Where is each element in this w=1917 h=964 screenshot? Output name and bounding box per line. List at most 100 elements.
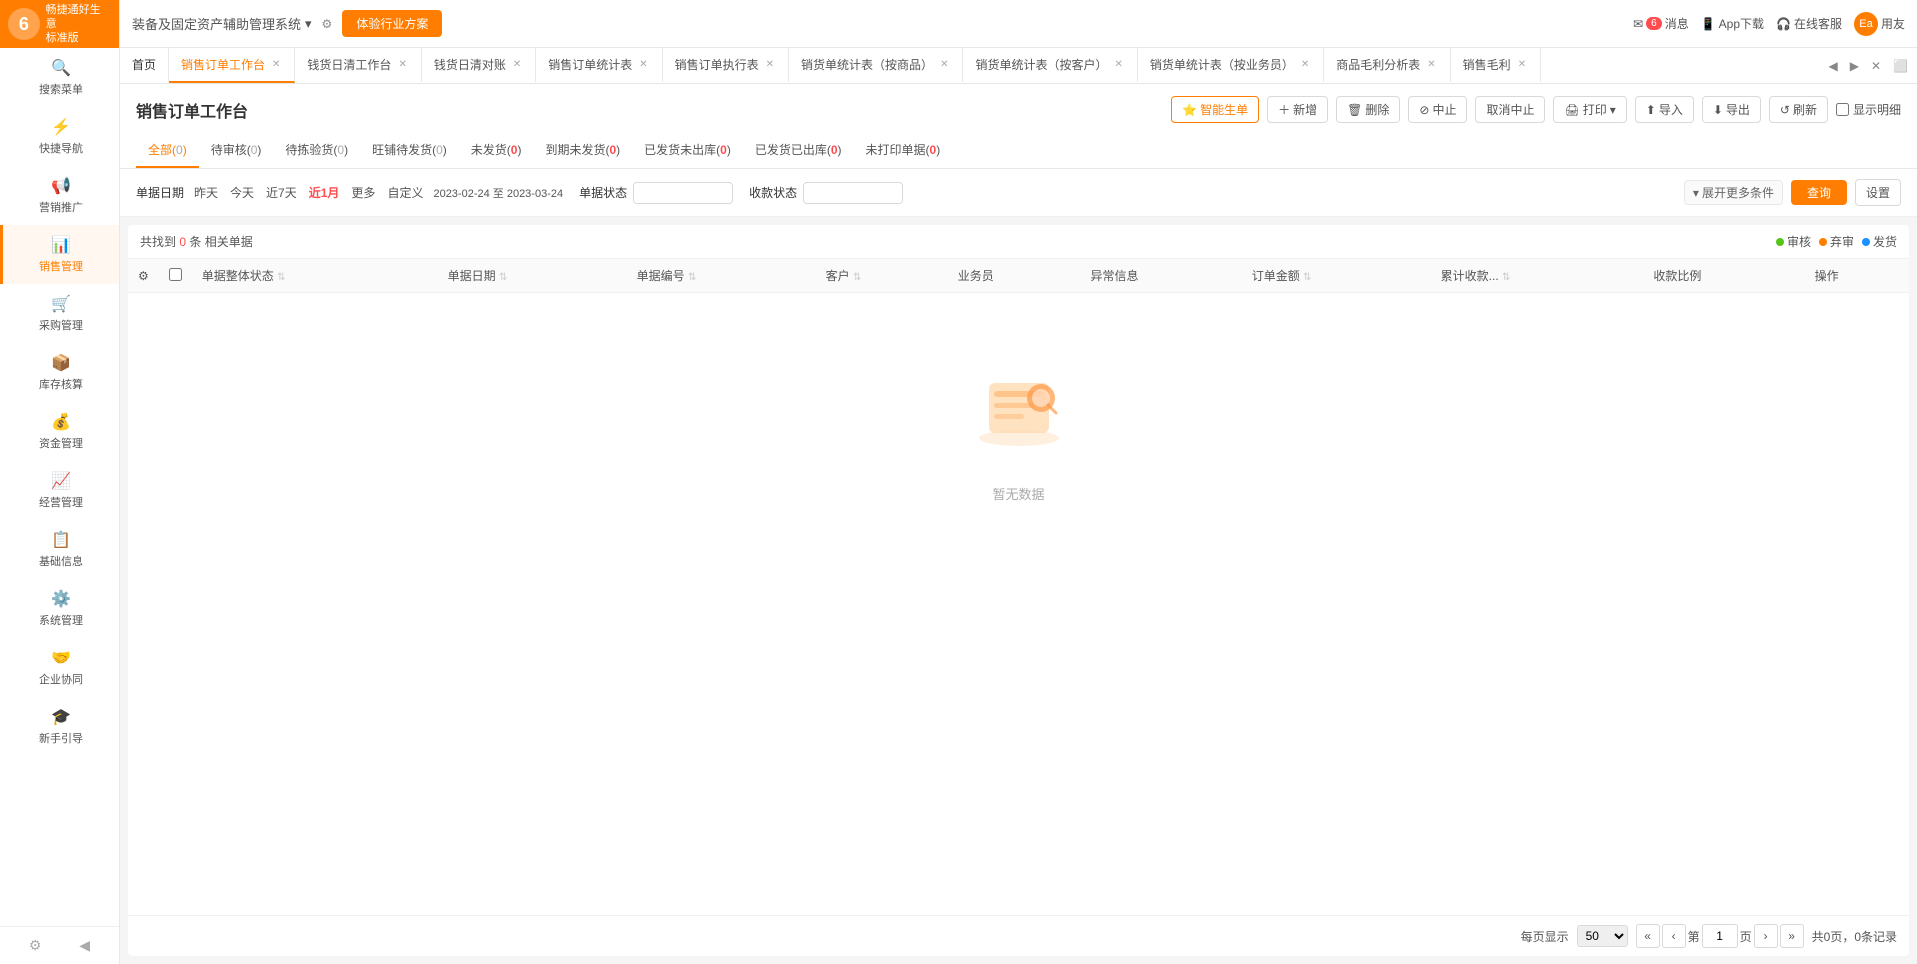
tab-cash-daily[interactable]: 钱货日清工作台✕ — [295, 48, 421, 83]
star-icon: ⭐ — [1182, 103, 1197, 117]
sub-tab-2[interactable]: 待拣验货(0) — [273, 133, 360, 168]
tab-home[interactable]: 首页 — [120, 48, 169, 83]
tab-close-sales-profit[interactable]: ✕ — [1516, 58, 1528, 71]
sub-tab-1[interactable]: 待审核(0) — [199, 133, 274, 168]
marketing-icon: 📢 — [51, 176, 71, 196]
tab-close-sales-exec[interactable]: ✕ — [764, 58, 776, 71]
sub-tab-5[interactable]: 到期未发货(0) — [533, 133, 632, 168]
tab-close-all-btn[interactable]: ✕ — [1866, 55, 1886, 77]
tab-close-cash-reconcile[interactable]: ✕ — [511, 58, 523, 71]
add-button[interactable]: ＋ 新增 — [1267, 96, 1328, 123]
date-shortcut-昨天[interactable]: 昨天 — [190, 183, 222, 202]
sidebar-item-inventory[interactable]: 📦库存核算 — [0, 343, 119, 402]
sidebar-item-guide[interactable]: 🎓新手引导 — [0, 697, 119, 756]
tab-sales-staff[interactable]: 销货单统计表（按业务员）✕ — [1138, 48, 1324, 83]
search-icon: 🔍 — [51, 58, 71, 78]
inventory-icon: 📦 — [51, 353, 71, 373]
page-first-btn[interactable]: « — [1636, 924, 1660, 948]
date-shortcut-近1月[interactable]: 近1月 — [305, 183, 344, 202]
tab-sales-exec[interactable]: 销售订单执行表✕ — [663, 48, 789, 83]
date-shortcut-更多[interactable]: 更多 — [347, 183, 379, 202]
review-action[interactable]: 审核 — [1776, 233, 1811, 250]
date-shortcut-自定义[interactable]: 自定义 — [383, 183, 427, 202]
sidebar-item-search[interactable]: 🔍搜索菜单 — [0, 48, 119, 107]
export-button[interactable]: ⬇ 导出 — [1702, 96, 1761, 123]
settings-icon[interactable]: ⚙ — [29, 937, 42, 954]
setting-button[interactable]: 设置 — [1855, 179, 1901, 206]
tab-sales-order[interactable]: 销售订单工作台✕ — [169, 48, 295, 83]
sidebar-item-basic[interactable]: 📋基础信息 — [0, 520, 119, 579]
query-button[interactable]: 查询 — [1791, 180, 1847, 205]
sidebar-item-sales[interactable]: 📊销售管理 — [0, 225, 119, 284]
collapse-icon[interactable]: ◀ — [79, 937, 90, 954]
sidebar-item-shortcut[interactable]: ⚡快捷导航 — [0, 107, 119, 166]
tab-close-cash-daily[interactable]: ✕ — [396, 58, 408, 71]
table-area: 共找到 0 条 相关单据 审核 弃审 发货 — [128, 225, 1909, 956]
tab-close-sales-stat[interactable]: ✕ — [637, 58, 649, 71]
tab-next-btn[interactable]: ▶ — [1845, 55, 1864, 77]
print-button[interactable]: 🖨 打印 ▾ — [1553, 96, 1626, 123]
basic-icon: 📋 — [51, 530, 71, 550]
sidebar-item-cooperation[interactable]: 🤝企业协同 — [0, 638, 119, 697]
tab-sales-customer[interactable]: 销货单统计表（按客户）✕ — [963, 48, 1137, 83]
topbar-actions: ✉ 6 消息 📱 App下载 🎧 在线客服 Ea 用友 — [1633, 12, 1905, 36]
system-title-dropdown[interactable]: 装备及固定资产辅助管理系统 ▾ — [132, 14, 312, 33]
tab-maximize-btn[interactable]: ⬜ — [1888, 55, 1913, 77]
sub-tabs: 全部(0)待审核(0)待拣验货(0)旺铺待发货(0)未发货(0)到期未发货(0)… — [136, 133, 1901, 168]
tab-sales-profit[interactable]: 销售毛利✕ — [1451, 48, 1541, 83]
delete-button[interactable]: 🗑 删除 — [1336, 96, 1400, 123]
ship-action[interactable]: 发货 — [1862, 233, 1897, 250]
date-shortcut-今天[interactable]: 今天 — [226, 183, 258, 202]
sub-tab-4[interactable]: 未发货(0) — [459, 133, 534, 168]
tab-close-sales-product[interactable]: ✕ — [938, 58, 950, 71]
tab-close-sales-order[interactable]: ✕ — [270, 58, 282, 71]
solution-button[interactable]: 体验行业方案 — [342, 10, 442, 37]
smart-create-button[interactable]: ⭐ 智能生单 — [1171, 96, 1259, 123]
expand-conditions-button[interactable]: ▾ 展开更多条件 — [1684, 180, 1783, 205]
tab-sales-stat[interactable]: 销售订单统计表✕ — [536, 48, 662, 83]
detail-checkbox[interactable] — [1836, 103, 1849, 116]
table-wrapper: ⚙ 单据整体状态 ⇅ 单据日期 ⇅ 单据编号 ⇅ 客户 ⇅ 业务员 异常信息 订… — [128, 259, 1909, 915]
page-title: 销售订单工作台 — [136, 98, 248, 122]
status-select[interactable] — [633, 182, 733, 204]
cancel-stop-button[interactable]: 取消中止 — [1475, 96, 1545, 123]
app-download-action[interactable]: 📱 App下载 — [1701, 15, 1764, 32]
page-last-btn[interactable]: » — [1780, 924, 1804, 948]
page-prev-btn[interactable]: ‹ — [1662, 924, 1686, 948]
stop-button[interactable]: ⊘ 中止 — [1408, 96, 1467, 123]
message-action[interactable]: ✉ 6 消息 — [1633, 15, 1689, 32]
page-number-input[interactable] — [1702, 924, 1738, 948]
date-shortcut-近7天[interactable]: 近7天 — [262, 183, 301, 202]
tab-gross-profit[interactable]: 商品毛利分析表✕ — [1324, 48, 1450, 83]
sidebar-item-system[interactable]: ⚙️系统管理 — [0, 579, 119, 638]
sidebar-item-marketing[interactable]: 📢营销推广 — [0, 166, 119, 225]
tab-close-gross-profit[interactable]: ✕ — [1425, 58, 1437, 71]
tab-cash-reconcile[interactable]: 钱货日清对账✕ — [422, 48, 536, 83]
user-action[interactable]: Ea 用友 — [1854, 12, 1905, 36]
detail-checkbox-label[interactable]: 显示明细 — [1836, 101, 1901, 118]
online-service-action[interactable]: 🎧 在线客服 — [1776, 15, 1842, 32]
sidebar-item-operation[interactable]: 📈经营管理 — [0, 461, 119, 520]
import-button[interactable]: ⬆ 导入 — [1635, 96, 1694, 123]
sidebar-item-purchase[interactable]: 🛒采购管理 — [0, 284, 119, 343]
tab-sales-product[interactable]: 销货单统计表（按商品）✕ — [789, 48, 963, 83]
sub-tab-7[interactable]: 已发货已出库(0) — [743, 133, 854, 168]
col-checkbox[interactable] — [159, 259, 192, 293]
settings-gear-icon[interactable]: ⚙ — [322, 17, 333, 31]
tab-prev-btn[interactable]: ◀ — [1824, 55, 1843, 77]
tab-close-sales-staff[interactable]: ✕ — [1299, 58, 1311, 71]
tab-close-sales-customer[interactable]: ✕ — [1112, 58, 1124, 71]
sidebar-item-finance[interactable]: 💰资金管理 — [0, 402, 119, 461]
page-header: 销售订单工作台 ⭐ 智能生单 ＋ 新增 🗑 删除 ⊘ — [120, 84, 1917, 169]
reject-action[interactable]: 弃审 — [1819, 233, 1854, 250]
page-next-btn[interactable]: › — [1754, 924, 1778, 948]
sub-tab-8[interactable]: 未打印单据(0) — [854, 133, 953, 168]
page-size-select[interactable]: 50 100 200 — [1577, 925, 1628, 947]
refresh-button[interactable]: ↺ 刷新 — [1769, 96, 1828, 123]
sub-tab-0[interactable]: 全部(0) — [136, 133, 199, 168]
total-record-text: 共0页，0条记录 — [1812, 928, 1897, 945]
sub-tab-6[interactable]: 已发货未出库(0) — [632, 133, 743, 168]
payment-select[interactable] — [803, 182, 903, 204]
sub-tab-3[interactable]: 旺铺待发货(0) — [360, 133, 459, 168]
select-all-checkbox[interactable] — [169, 268, 182, 281]
